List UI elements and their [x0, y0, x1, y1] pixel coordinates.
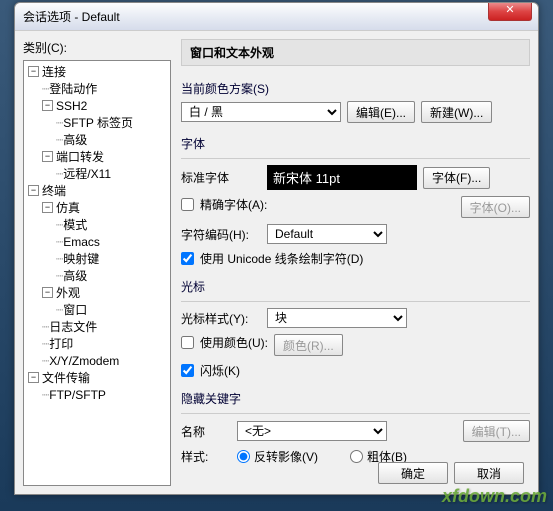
- divider: [181, 158, 530, 159]
- tree-logfile[interactable]: ┈日志文件: [26, 318, 168, 335]
- tree-advanced1[interactable]: ┈高级: [26, 131, 168, 148]
- content-area: 类别(C): −连接 ┈登陆动作 −SSH2 ┈SFTP 标签页 ┈高级 −端口…: [15, 31, 538, 494]
- collapse-icon[interactable]: −: [28, 185, 39, 196]
- scheme-label: 当前颜色方案(S): [181, 80, 530, 97]
- collapse-icon[interactable]: −: [42, 151, 53, 162]
- tree-print[interactable]: ┈打印: [26, 335, 168, 352]
- use-color-label: 使用颜色(U):: [200, 334, 268, 351]
- close-button[interactable]: ✕: [488, 3, 532, 21]
- tree-mode[interactable]: ┈模式: [26, 216, 168, 233]
- tree-advanced2[interactable]: ┈高级: [26, 267, 168, 284]
- tree-ssh2[interactable]: −SSH2: [26, 97, 168, 114]
- collapse-icon[interactable]: −: [42, 202, 53, 213]
- panel-title: 窗口和文本外观: [181, 39, 530, 66]
- reverse-radio-label: 反转影像(V): [254, 448, 318, 465]
- tree-map-keys[interactable]: ┈映射键: [26, 250, 168, 267]
- tree-login[interactable]: ┈登陆动作: [26, 80, 168, 97]
- kw-name-select[interactable]: <无>: [237, 421, 387, 441]
- tree-port-fwd[interactable]: −端口转发: [26, 148, 168, 165]
- tree-terminal[interactable]: −终端: [26, 182, 168, 199]
- font-button-2: 字体(O)...: [461, 196, 530, 218]
- charset-select[interactable]: Default: [267, 224, 387, 244]
- tree-ftp-sftp[interactable]: ┈FTP/SFTP: [26, 386, 168, 403]
- tree-window[interactable]: ┈窗口: [26, 301, 168, 318]
- bold-radio[interactable]: [350, 450, 363, 463]
- kw-style-label: 样式:: [181, 448, 231, 465]
- kw-name-label: 名称: [181, 423, 231, 440]
- tree-emulation[interactable]: −仿真: [26, 199, 168, 216]
- left-pane: 类别(C): −连接 ┈登陆动作 −SSH2 ┈SFTP 标签页 ┈高级 −端口…: [23, 39, 171, 486]
- divider: [181, 413, 530, 414]
- std-font-label: 标准字体: [181, 169, 261, 186]
- collapse-icon[interactable]: −: [42, 100, 53, 111]
- font-group-label: 字体: [181, 135, 530, 152]
- hide-kw-group-label: 隐藏关键字: [181, 390, 530, 407]
- font-button[interactable]: 字体(F)...: [423, 167, 490, 189]
- tree-connection[interactable]: −连接: [26, 63, 168, 80]
- use-color-checkbox[interactable]: [181, 336, 194, 349]
- cursor-style-select[interactable]: 块: [267, 308, 407, 328]
- dialog-window: 会话选项 - Default ✕ 类别(C): −连接 ┈登陆动作 −SSH2 …: [14, 2, 539, 495]
- tree-xyzm[interactable]: ┈X/Y/Zmodem: [26, 352, 168, 369]
- blink-label: 闪烁(K): [200, 362, 240, 379]
- unicode-line-label: 使用 Unicode 线条绘制字符(D): [200, 250, 363, 267]
- unicode-line-checkbox[interactable]: [181, 252, 194, 265]
- collapse-icon[interactable]: −: [28, 372, 39, 383]
- tree-remote-x11[interactable]: ┈远程/X11: [26, 165, 168, 182]
- new-scheme-button[interactable]: 新建(W)...: [421, 101, 492, 123]
- tree-file-transfer[interactable]: −文件传输: [26, 369, 168, 386]
- blink-checkbox[interactable]: [181, 364, 194, 377]
- cursor-group-label: 光标: [181, 278, 530, 295]
- precise-font-checkbox[interactable]: [181, 198, 194, 211]
- edit-kw-button: 编辑(T)...: [463, 420, 530, 442]
- collapse-icon[interactable]: −: [28, 66, 39, 77]
- color-button: 颜色(R)...: [274, 334, 343, 356]
- right-pane: 窗口和文本外观 当前颜色方案(S) 白 / 黑 编辑(E)... 新建(W)..…: [171, 39, 530, 486]
- collapse-icon[interactable]: −: [42, 287, 53, 298]
- dialog-footer: 确定 取消: [378, 462, 524, 484]
- cursor-style-label: 光标样式(Y):: [181, 310, 261, 327]
- tree-sftp-tab[interactable]: ┈SFTP 标签页: [26, 114, 168, 131]
- precise-font-label: 精确字体(A):: [200, 196, 267, 213]
- tree-appearance[interactable]: −外观: [26, 284, 168, 301]
- cancel-button[interactable]: 取消: [454, 462, 524, 484]
- tree-emacs[interactable]: ┈Emacs: [26, 233, 168, 250]
- window-title: 会话选项 - Default: [23, 8, 120, 25]
- scheme-select[interactable]: 白 / 黑: [181, 102, 341, 122]
- font-display: 新宋体 11pt: [267, 165, 417, 190]
- ok-button[interactable]: 确定: [378, 462, 448, 484]
- reverse-radio[interactable]: [237, 450, 250, 463]
- divider: [181, 301, 530, 302]
- category-label: 类别(C):: [23, 39, 171, 56]
- charset-label: 字符编码(H):: [181, 226, 261, 243]
- category-tree[interactable]: −连接 ┈登陆动作 −SSH2 ┈SFTP 标签页 ┈高级 −端口转发 ┈远程/…: [23, 60, 171, 486]
- titlebar[interactable]: 会话选项 - Default ✕: [15, 3, 538, 31]
- edit-scheme-button[interactable]: 编辑(E)...: [347, 101, 415, 123]
